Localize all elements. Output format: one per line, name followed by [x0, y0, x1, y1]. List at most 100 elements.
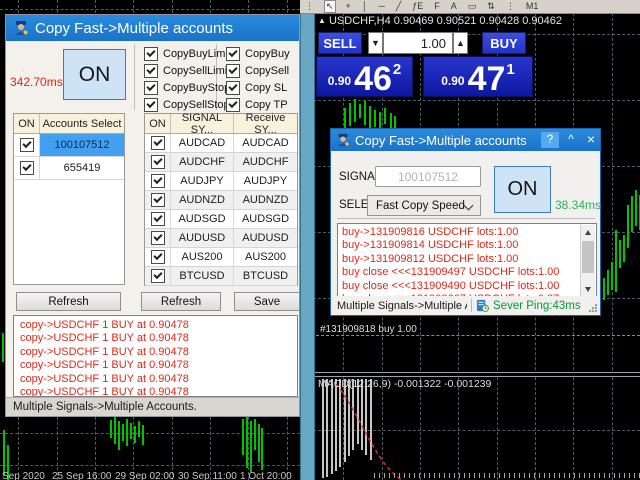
checkbox[interactable] — [150, 250, 165, 264]
copy-on-button[interactable]: ON — [63, 49, 126, 100]
volume-up-button[interactable]: ▲ — [453, 32, 468, 54]
sell-quote-button[interactable]: 0.90 46 2 — [316, 56, 413, 97]
buy-quote-button[interactable]: 0.90 47 1 — [423, 56, 533, 97]
checkbox[interactable] — [144, 63, 158, 78]
save-button[interactable]: Save — [234, 292, 300, 311]
receive-symbol-cell: BTCUSD — [242, 270, 289, 282]
checkbox[interactable] — [150, 174, 165, 188]
vertical-line-icon[interactable]: │ — [361, 1, 369, 12]
log-line: copy->USDCHF 1 BUY at 0.90478 — [20, 386, 189, 397]
checkbox[interactable] — [144, 80, 158, 95]
log-scrollbar[interactable] — [580, 225, 595, 297]
screen: Sep 2020 25 Sep 16:00 29 Sep 02:00 30 Sep 1… — [0, 0, 640, 480]
signal-symbol-cell: AUDUSD — [171, 229, 234, 247]
account-cell: 655419 — [63, 162, 101, 174]
volume-down-button[interactable]: ▼ — [368, 32, 383, 54]
table-row[interactable]: 100107512 — [14, 134, 124, 157]
table-row[interactable]: AUDCHF AUDCHF — [145, 153, 297, 172]
shapes-icon[interactable]: ▭ — [467, 1, 478, 12]
table-row[interactable]: AUS200 AUS200 — [145, 248, 297, 267]
toolbar-grip-icon-2[interactable]: ⋮ — [505, 1, 516, 12]
signal-input[interactable] — [375, 166, 481, 187]
copy-option: Copy TP — [226, 97, 288, 112]
receive-symbol-cell: AUS200 — [245, 251, 286, 263]
table-row[interactable]: 655419 — [14, 157, 124, 180]
time-axis-ticks — [374, 473, 640, 478]
volume-field[interactable]: 1.00 — [383, 32, 453, 54]
table-row[interactable]: AUDSGD AUDSGD — [145, 210, 297, 229]
timeframe-m1-button[interactable]: M1 — [525, 1, 540, 12]
column-header-receive: Receive SY... — [245, 111, 286, 136]
fibonacci-icon[interactable]: ƒE — [411, 1, 424, 12]
trendline-icon[interactable]: ╱ — [395, 1, 402, 12]
buy-price-prefix: 0.90 — [441, 74, 465, 88]
receive-symbol-cell: AUDCAD — [242, 137, 289, 149]
divider — [134, 44, 135, 110]
copy-log: copy->USDCHF 1 BUY at 0.90478 copy->USDCH… — [13, 315, 298, 397]
checkbox[interactable] — [144, 97, 158, 112]
copy-option: CopyBuyLimit — [144, 46, 231, 61]
dialog-titlebar[interactable]: Copy Fast->Multiple accounts ? ^ × — [331, 129, 600, 151]
checkbox[interactable] — [226, 46, 240, 61]
checkbox[interactable] — [150, 231, 165, 245]
sell-price-prefix: 0.90 — [327, 74, 352, 88]
checkbox[interactable] — [226, 63, 240, 78]
column-header-signal: SIGNAL SY... — [171, 112, 234, 136]
cursor-icon[interactable]: ↖ — [324, 0, 336, 13]
trader-icon — [15, 21, 28, 35]
collapse-button[interactable]: ^ — [562, 132, 580, 148]
dropdown-value: Fast Copy Speed — [376, 199, 465, 212]
log-line: buy->131909812 USDCHF lots:1.00 — [342, 252, 519, 265]
refresh-accounts-button[interactable]: Refresh — [16, 292, 121, 311]
checkbox[interactable] — [144, 46, 158, 61]
close-button[interactable]: × — [582, 132, 600, 148]
server-ping-icon — [476, 299, 489, 312]
arrow-tool-icon[interactable]: A — [450, 1, 458, 12]
scroll-up-icon[interactable] — [581, 225, 595, 239]
checkbox[interactable] — [150, 269, 165, 283]
resize-grip[interactable] — [588, 303, 598, 313]
panel-title: Copy Fast->Multiple accounts — [35, 19, 234, 37]
scroll-down-icon[interactable] — [581, 283, 595, 297]
table-row[interactable]: AUDCAD AUDCAD — [145, 134, 297, 153]
horizontal-line-icon[interactable]: ─ — [377, 1, 385, 12]
toolbar-grip-icon[interactable]: ⋮ — [304, 1, 315, 12]
checkbox[interactable] — [150, 136, 165, 150]
checkbox[interactable] — [226, 80, 240, 95]
checkbox[interactable] — [150, 212, 165, 226]
option-label: CopyBuy — [245, 47, 290, 60]
table-row[interactable]: AUDJPY AUDJPY — [145, 172, 297, 191]
table-row[interactable]: AUDNZD AUDNZD — [145, 191, 297, 210]
signal-symbol-cell: AUDCHF — [171, 153, 234, 171]
status-text: Multiple Signals->Multiple Acc — [337, 299, 467, 312]
checkbox[interactable] — [150, 193, 165, 207]
checkbox[interactable] — [150, 155, 165, 169]
trade-position-label: #131909818 buy 1.00 — [320, 324, 417, 335]
panel-status-bar: Multiple Signals->Multiple Accounts. — [6, 397, 299, 416]
table-row[interactable]: BTCUSD BTCUSD — [145, 267, 297, 286]
help-button[interactable]: ? — [541, 132, 559, 148]
copy-fast-panel: Copy Fast->Multiple accounts 342.70ms ON… — [5, 14, 300, 417]
receive-symbol-cell: AUDJPY — [243, 175, 288, 187]
checkbox[interactable] — [19, 161, 34, 175]
refresh-symbols-button[interactable]: Refresh — [141, 292, 221, 311]
indicator-window-separator[interactable] — [313, 372, 640, 377]
table-row[interactable]: AUDUSD AUDUSD — [145, 229, 297, 248]
crosshair-icon[interactable]: + — [345, 1, 352, 12]
buy-button[interactable]: BUY — [482, 32, 526, 54]
copy-fast-dialog: Copy Fast->Multiple accounts ? ^ × SIGNA… — [330, 128, 601, 316]
accounts-table: ON Accounts Select 100107512 655419 — [13, 113, 125, 285]
option-label: CopySellStop — [163, 98, 230, 111]
dialog-status-bar: Multiple Signals->Multiple Acc Sever Pin… — [331, 296, 600, 315]
sell-button[interactable]: SELL — [318, 32, 362, 54]
log-line: copy->USDCHF 1 BUY at 0.90478 — [20, 345, 189, 358]
cycle-lines-icon[interactable]: ⇅ — [486, 1, 496, 12]
copy-speed-dropdown[interactable]: Fast Copy Speed — [367, 195, 481, 216]
text-label-icon[interactable]: F — [433, 1, 441, 12]
dialog-on-button[interactable]: ON — [494, 166, 551, 213]
scroll-thumb[interactable] — [582, 241, 594, 273]
checkbox[interactable] — [226, 97, 240, 112]
panel-titlebar[interactable]: Copy Fast->Multiple accounts — [6, 15, 299, 41]
checkbox[interactable] — [19, 138, 34, 152]
ohlc-values: 0.90469 0.90521 0.90428 0.90462 — [393, 15, 562, 27]
